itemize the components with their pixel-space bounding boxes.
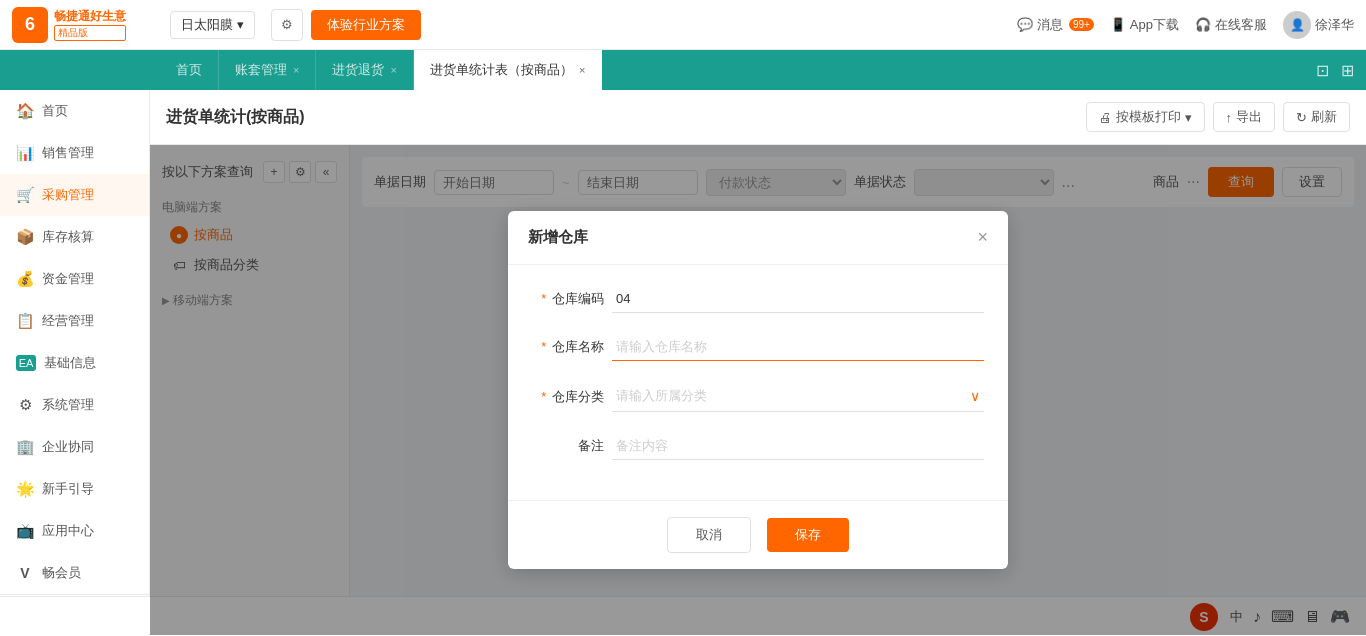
warehouse-remark-label: 备注 — [532, 437, 612, 455]
top-actions: ⚙ 体验行业方案 — [271, 9, 421, 41]
store-label: 日太阳膜 — [181, 16, 233, 34]
tab-bar: 首页 账套管理 × 进货退货 × 进货单统计表（按商品） × ⊡ ⊞ — [0, 50, 1366, 90]
home-icon: 🏠 — [16, 102, 34, 120]
warehouse-name-label: * 仓库名称 — [532, 338, 612, 356]
settings-button[interactable]: ⚙ — [271, 9, 303, 41]
headset-icon: 🎧 — [1195, 17, 1211, 32]
warehouse-code-label: * 仓库编码 — [532, 290, 612, 308]
vip-icon: V — [16, 564, 34, 582]
print-icon: 🖨 — [1099, 110, 1112, 125]
dropdown-arrow-icon: ▾ — [237, 17, 244, 32]
user-item[interactable]: 👤 徐泽华 — [1283, 11, 1354, 39]
tab-purchase-stats[interactable]: 进货单统计表（按商品） × — [414, 50, 602, 90]
tab-controls: ⊡ ⊞ — [1312, 57, 1366, 84]
top-right: 💬 消息 99+ 📱 App下载 🎧 在线客服 👤 徐泽华 — [1017, 11, 1354, 39]
page-title: 进货单统计(按商品) — [166, 107, 305, 128]
home-tab-label: 首页 — [176, 61, 202, 79]
sales-icon: 📊 — [16, 144, 34, 162]
tab-purchase-return-label: 进货退货 — [332, 61, 384, 79]
tab-purchase-stats-close[interactable]: × — [579, 64, 585, 76]
app-download-item[interactable]: 📱 App下载 — [1110, 16, 1179, 34]
message-badge: 99+ — [1069, 18, 1094, 31]
warehouse-remark-input[interactable] — [612, 432, 984, 460]
warehouse-category-label: * 仓库分类 — [532, 388, 612, 406]
logo-area: 6 畅捷通好生意 精品版 — [12, 7, 162, 43]
sidebar-item-finance[interactable]: 💰 资金管理 — [0, 258, 149, 300]
tab-home[interactable]: 首页 — [160, 50, 219, 90]
page-header: 进货单统计(按商品) 🖨 按模板打印 ▾ ↑ 导出 ↻ 刷新 — [150, 90, 1366, 145]
enterprise-icon: 🏢 — [16, 438, 34, 456]
modal-body: * 仓库编码 * 仓库名称 — [508, 265, 1008, 500]
modal-footer: 取消 保存 — [508, 500, 1008, 569]
print-button[interactable]: 🖨 按模板打印 ▾ — [1086, 102, 1205, 132]
layout: 🏠 首页 📊 销售管理 🛒 采购管理 📦 库存核算 💰 资金管理 📋 经营管理 … — [0, 90, 1366, 636]
sidebar-item-inventory[interactable]: 📦 库存核算 — [0, 216, 149, 258]
sidebar-item-operations[interactable]: 📋 经营管理 — [0, 300, 149, 342]
refresh-icon: ↻ — [1296, 110, 1307, 125]
warehouse-code-row: * 仓库编码 — [532, 285, 984, 313]
message-icon: 💬 — [1017, 17, 1033, 32]
top-nav: 6 畅捷通好生意 精品版 日太阳膜 ▾ ⚙ 体验行业方案 💬 消息 99+ 📱 … — [0, 0, 1366, 50]
content-area: 按以下方案查询 + ⚙ « 电脑端方案 — [150, 145, 1366, 635]
sidebar-item-basics[interactable]: EA 基础信息 — [0, 342, 149, 384]
save-button[interactable]: 保存 — [767, 518, 849, 552]
refresh-button[interactable]: ↻ 刷新 — [1283, 102, 1350, 132]
modal-header: 新增仓库 × — [508, 211, 1008, 265]
add-warehouse-modal: 新增仓库 × * 仓库编码 — [508, 211, 1008, 569]
tab-accounts-label: 账套管理 — [235, 61, 287, 79]
warehouse-name-row: * 仓库名称 — [532, 333, 984, 361]
main-content: 进货单统计(按商品) 🖨 按模板打印 ▾ ↑ 导出 ↻ 刷新 — [150, 90, 1366, 636]
warehouse-category-select[interactable]: 请输入所属分类 ∨ — [612, 381, 984, 412]
warehouse-code-input[interactable] — [612, 285, 984, 313]
finance-icon: 💰 — [16, 270, 34, 288]
tab-restore-icon[interactable]: ⊡ — [1312, 57, 1333, 84]
warehouse-name-input[interactable] — [612, 333, 984, 361]
sidebar-item-purchase[interactable]: 🛒 采购管理 — [0, 174, 149, 216]
tab-purchase-return[interactable]: 进货退货 × — [316, 50, 413, 90]
modal-overlay: 新增仓库 × * 仓库编码 — [150, 145, 1366, 635]
tab-purchase-stats-label: 进货单统计表（按商品） — [430, 61, 573, 79]
sidebar-item-enterprise[interactable]: 🏢 企业协同 — [0, 426, 149, 468]
category-arrow-icon: ∨ — [970, 388, 980, 404]
export-icon: ↑ — [1226, 110, 1233, 125]
service-item[interactable]: 🎧 在线客服 — [1195, 16, 1267, 34]
sidebar-item-system[interactable]: ⚙ 系统管理 — [0, 384, 149, 426]
right-panel: 单据日期 ~ 付款状态 单据状态 ... 商品 ··· 查询 — [350, 145, 1366, 635]
system-icon: ⚙ — [16, 396, 34, 414]
modal-title: 新增仓库 — [528, 228, 588, 247]
tab-accounts[interactable]: 账套管理 × — [219, 50, 316, 90]
sidebar-item-sales[interactable]: 📊 销售管理 — [0, 132, 149, 174]
message-item[interactable]: 💬 消息 99+ — [1017, 16, 1094, 34]
logo-text: 畅捷通好生意 精品版 — [54, 8, 126, 41]
trial-button[interactable]: 体验行业方案 — [311, 10, 421, 40]
export-button[interactable]: ↑ 导出 — [1213, 102, 1276, 132]
user-avatar: 👤 — [1283, 11, 1311, 39]
tab-accounts-close[interactable]: × — [293, 64, 299, 76]
inventory-icon: 📦 — [16, 228, 34, 246]
app-icon: 📺 — [16, 522, 34, 540]
sidebar-item-app[interactable]: 📺 应用中心 — [0, 510, 149, 552]
sidebar-item-guide[interactable]: 🌟 新手引导 — [0, 468, 149, 510]
sidebar-item-home[interactable]: 🏠 首页 — [0, 90, 149, 132]
tab-expand-icon[interactable]: ⊞ — [1337, 57, 1358, 84]
purchase-icon: 🛒 — [16, 186, 34, 204]
modal-close-button[interactable]: × — [977, 227, 988, 248]
guide-icon: 🌟 — [16, 480, 34, 498]
sidebar: 🏠 首页 📊 销售管理 🛒 采购管理 📦 库存核算 💰 资金管理 📋 经营管理 … — [0, 90, 150, 636]
tab-purchase-return-close[interactable]: × — [390, 64, 396, 76]
gear-icon: ⚙ — [281, 17, 293, 32]
operations-icon: 📋 — [16, 312, 34, 330]
phone-icon: 📱 — [1110, 17, 1126, 32]
store-selector[interactable]: 日太阳膜 ▾ — [170, 11, 255, 39]
print-dropdown-icon: ▾ — [1185, 110, 1192, 125]
sidebar-item-vip[interactable]: V 畅会员 — [0, 552, 149, 594]
header-actions: 🖨 按模板打印 ▾ ↑ 导出 ↻ 刷新 — [1086, 102, 1351, 132]
warehouse-category-row: * 仓库分类 请输入所属分类 ∨ — [532, 381, 984, 412]
cancel-button[interactable]: 取消 — [667, 517, 751, 553]
warehouse-remark-row: 备注 — [532, 432, 984, 460]
logo-icon: 6 — [12, 7, 48, 43]
basics-icon: EA — [16, 355, 36, 371]
